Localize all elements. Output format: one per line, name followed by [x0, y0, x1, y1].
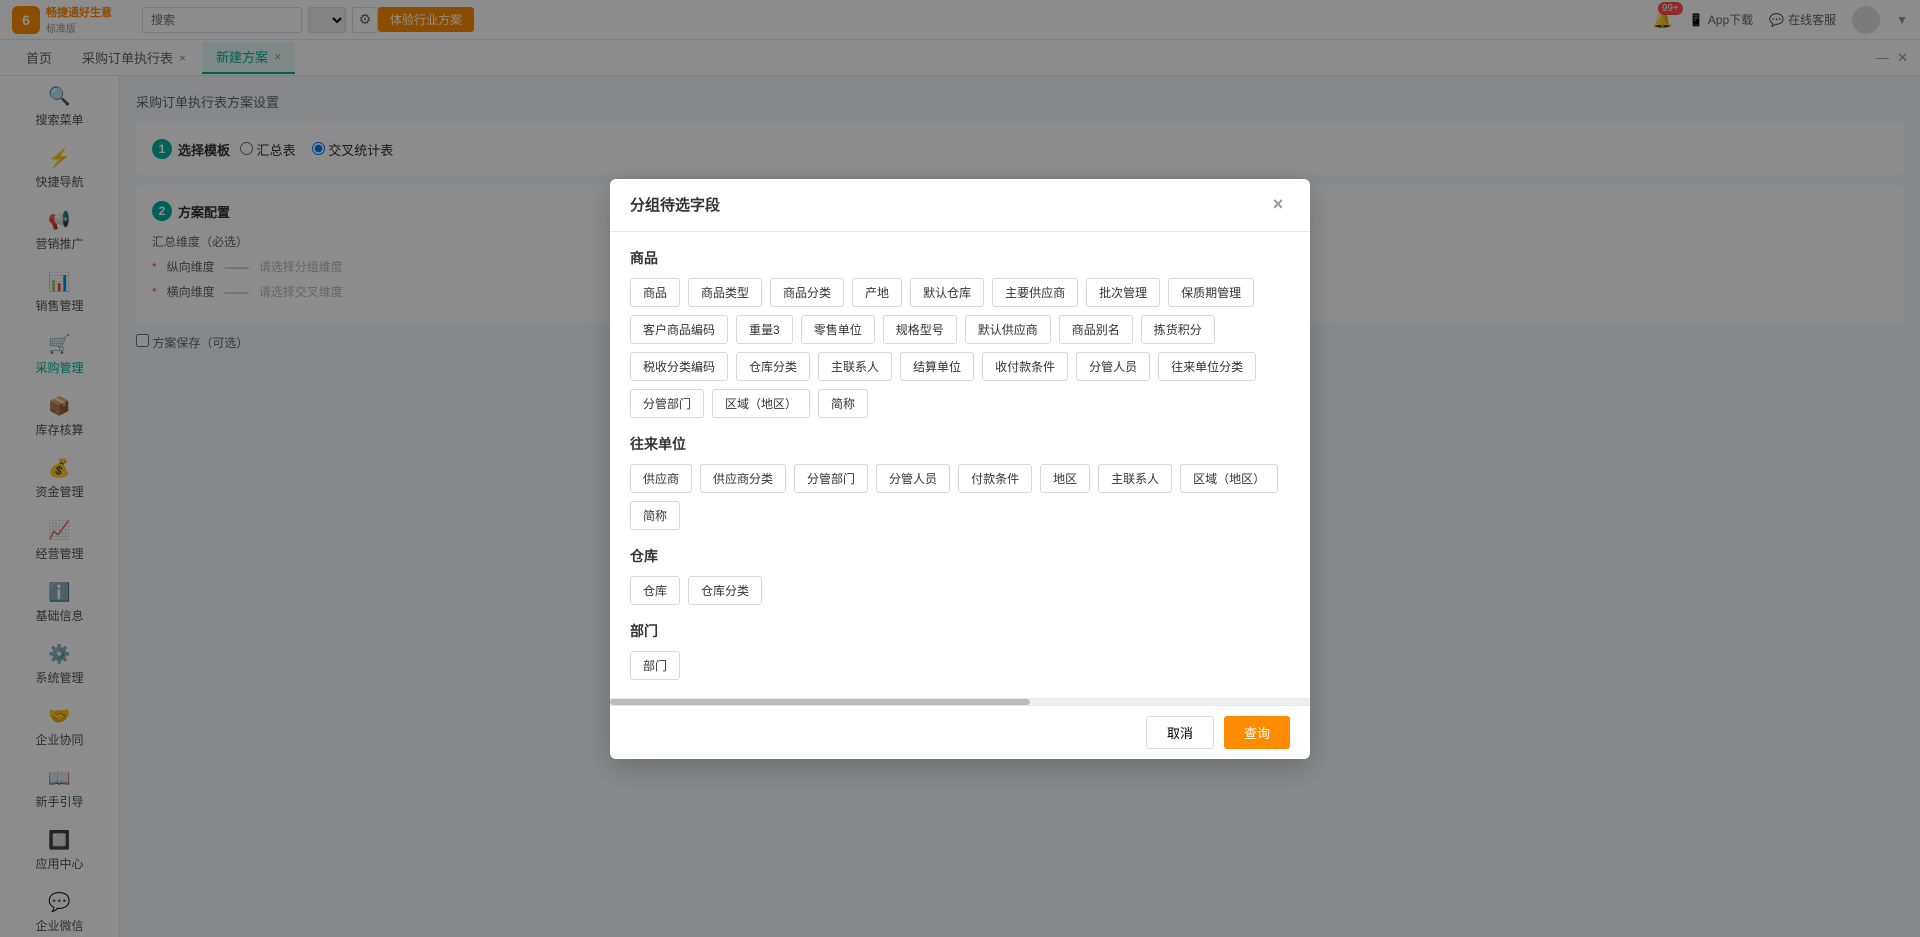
field-tag-0-11[interactable]: 规格型号	[883, 315, 957, 344]
modal-header: 分组待选字段 ×	[610, 179, 1310, 232]
field-group-2: 仓库仓库仓库分类	[630, 546, 1290, 605]
field-tag-0-23[interactable]: 区域（地区）	[712, 389, 810, 418]
field-tag-0-9[interactable]: 重量3	[736, 315, 793, 344]
field-tag-0-14[interactable]: 拣货积分	[1141, 315, 1215, 344]
field-group-title-1: 往来单位	[630, 434, 1290, 454]
field-tag-3-0[interactable]: 部门	[630, 651, 680, 680]
field-tag-0-21[interactable]: 往来单位分类	[1158, 352, 1256, 381]
field-tag-0-16[interactable]: 仓库分类	[736, 352, 810, 381]
cancel-button[interactable]: 取消	[1146, 716, 1214, 749]
field-group-0: 商品商品商品类型商品分类产地默认仓库主要供应商批次管理保质期管理客户商品编码重量…	[630, 248, 1290, 418]
field-tags-1: 供应商供应商分类分管部门分管人员付款条件地区主联系人区域（地区） 简称	[630, 464, 1290, 530]
modal-body[interactable]: 商品商品商品类型商品分类产地默认仓库主要供应商批次管理保质期管理客户商品编码重量…	[610, 232, 1310, 699]
field-select-modal: 分组待选字段 × 商品商品商品类型商品分类产地默认仓库主要供应商批次管理保质期管…	[610, 179, 1310, 759]
field-tag-1-5[interactable]: 地区	[1040, 464, 1090, 493]
field-tags-2: 仓库仓库分类	[630, 576, 1290, 605]
modal-overlay: 分组待选字段 × 商品商品商品类型商品分类产地默认仓库主要供应商批次管理保质期管…	[0, 0, 1920, 937]
horizontal-scrollbar-thumb[interactable]	[610, 699, 1030, 704]
confirm-button[interactable]: 查询	[1224, 716, 1290, 749]
field-tag-2-0[interactable]: 仓库	[630, 576, 680, 605]
field-group-title-3: 部门	[630, 621, 1290, 641]
field-tag-0-1[interactable]: 商品类型	[688, 278, 762, 307]
field-tag-0-8[interactable]: 客户商品编码	[630, 315, 728, 344]
field-group-title-2: 仓库	[630, 546, 1290, 566]
field-tag-1-2[interactable]: 分管部门	[794, 464, 868, 493]
field-tags-0: 商品商品类型商品分类产地默认仓库主要供应商批次管理保质期管理客户商品编码重量3 零…	[630, 278, 1290, 418]
field-group-title-0: 商品	[630, 248, 1290, 268]
field-group-1: 往来单位供应商供应商分类分管部门分管人员付款条件地区主联系人区域（地区） 简称	[630, 434, 1290, 530]
field-tag-1-6[interactable]: 主联系人	[1098, 464, 1172, 493]
modal-footer: 取消 查询	[610, 705, 1310, 759]
field-tag-0-2[interactable]: 商品分类	[770, 278, 844, 307]
field-tag-0-18[interactable]: 结算单位	[900, 352, 974, 381]
field-tag-2-1[interactable]: 仓库分类	[688, 576, 762, 605]
field-tag-1-4[interactable]: 付款条件	[958, 464, 1032, 493]
modal-title: 分组待选字段	[630, 194, 720, 215]
field-tag-0-6[interactable]: 批次管理	[1086, 278, 1160, 307]
field-tag-0-20[interactable]: 分管人员	[1076, 352, 1150, 381]
field-tag-1-8[interactable]: 简称	[630, 501, 680, 530]
field-tag-0-24[interactable]: 简称	[818, 389, 868, 418]
field-tag-0-12[interactable]: 默认供应商	[965, 315, 1051, 344]
field-tag-0-19[interactable]: 收付款条件	[982, 352, 1068, 381]
field-tag-0-4[interactable]: 默认仓库	[910, 278, 984, 307]
field-tags-3: 部门	[630, 651, 1290, 680]
field-tag-1-7[interactable]: 区域（地区）	[1180, 464, 1278, 493]
field-tag-1-3[interactable]: 分管人员	[876, 464, 950, 493]
field-tag-0-3[interactable]: 产地	[852, 278, 902, 307]
field-tag-0-13[interactable]: 商品别名	[1059, 315, 1133, 344]
field-tag-0-17[interactable]: 主联系人	[818, 352, 892, 381]
field-tag-1-0[interactable]: 供应商	[630, 464, 692, 493]
field-tag-0-5[interactable]: 主要供应商	[992, 278, 1078, 307]
field-group-3: 部门部门	[630, 621, 1290, 680]
field-tag-0-15[interactable]: 税收分类编码	[630, 352, 728, 381]
field-tag-0-0[interactable]: 商品	[630, 278, 680, 307]
field-tag-0-10[interactable]: 零售单位	[801, 315, 875, 344]
field-tag-1-1[interactable]: 供应商分类	[700, 464, 786, 493]
modal-close-button[interactable]: ×	[1266, 193, 1290, 217]
field-tag-0-7[interactable]: 保质期管理	[1168, 278, 1254, 307]
field-tag-0-22[interactable]: 分管部门	[630, 389, 704, 418]
modal-horizontal-scrollbar[interactable]	[610, 698, 1310, 704]
